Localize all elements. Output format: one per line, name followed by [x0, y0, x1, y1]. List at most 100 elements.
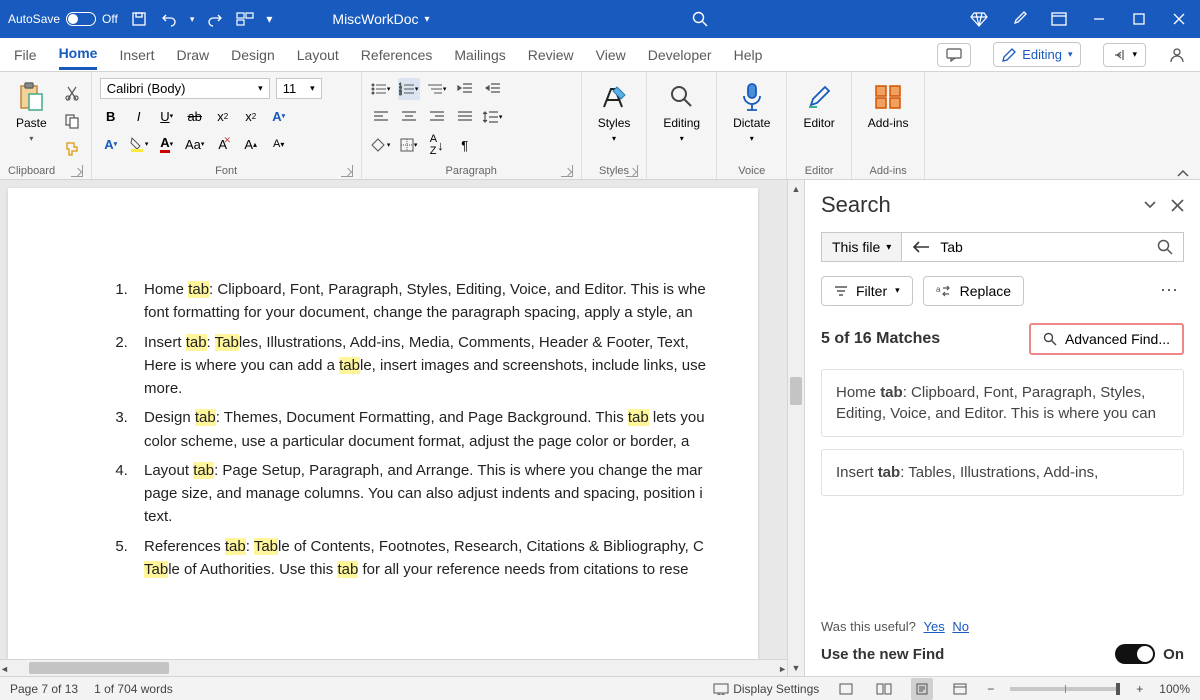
dialog-launcher-icon[interactable] — [341, 165, 353, 177]
feedback-no[interactable]: No — [952, 619, 969, 634]
styles-button[interactable]: Styles▾ — [590, 78, 639, 147]
scroll-up-icon[interactable]: ▲ — [788, 180, 804, 197]
filter-button[interactable]: Filter▾ — [821, 276, 913, 306]
focus-mode-icon[interactable] — [835, 678, 857, 700]
tab-layout[interactable]: Layout — [297, 41, 339, 69]
window-icon[interactable] — [1050, 10, 1068, 28]
redo-icon[interactable] — [206, 10, 224, 28]
dictate-button[interactable]: Dictate▾ — [725, 78, 778, 147]
increase-indent-icon[interactable] — [482, 78, 504, 100]
search-result[interactable]: Home tab: Clipboard, Font, Paragraph, St… — [821, 369, 1184, 437]
align-right-icon[interactable] — [426, 106, 448, 128]
addins-button[interactable]: Add-ins — [860, 78, 917, 134]
decrease-indent-icon[interactable] — [454, 78, 476, 100]
zoom-slider[interactable] — [1010, 687, 1120, 691]
close-icon[interactable] — [1171, 199, 1184, 212]
font-family-select[interactable]: Calibri (Body)▾ — [100, 78, 270, 99]
new-find-toggle[interactable] — [1115, 644, 1155, 664]
italic-icon[interactable]: I — [128, 105, 150, 127]
change-case-icon[interactable]: Aa▾ — [184, 133, 206, 155]
search-result[interactable]: Insert tab: Tables, Illustrations, Add-i… — [821, 449, 1184, 496]
strikethrough-icon[interactable]: ab — [184, 105, 206, 127]
collapse-ribbon-icon[interactable] — [1166, 72, 1200, 179]
justify-icon[interactable] — [454, 106, 476, 128]
display-settings-button[interactable]: Display Settings — [713, 682, 819, 696]
word-count[interactable]: 1 of 704 words — [94, 682, 173, 696]
document-page[interactable]: Home tab: Clipboard, Font, Paragraph, St… — [8, 188, 758, 659]
tab-developer[interactable]: Developer — [648, 41, 712, 69]
bullets-icon[interactable]: ▾ — [370, 78, 392, 100]
replace-button[interactable]: a Replace — [923, 276, 1024, 306]
person-icon[interactable] — [1168, 46, 1186, 64]
line-spacing-icon[interactable]: ▾ — [482, 106, 504, 128]
dialog-launcher-icon[interactable] — [626, 165, 638, 177]
zoom-level[interactable]: 100% — [1159, 682, 1190, 696]
show-marks-icon[interactable]: ¶ — [454, 134, 476, 156]
tab-draw[interactable]: Draw — [176, 41, 209, 69]
more-options-icon[interactable]: ⋯ — [1154, 274, 1184, 307]
scroll-down-icon[interactable]: ▼ — [788, 659, 804, 676]
tab-file[interactable]: File — [14, 41, 37, 69]
scroll-left-icon[interactable]: ◄ — [0, 660, 9, 676]
search-icon[interactable] — [691, 10, 709, 28]
scroll-right-icon[interactable]: ► — [778, 660, 787, 676]
maximize-icon[interactable] — [1130, 10, 1148, 28]
comments-button[interactable] — [937, 43, 971, 67]
autosave-toggle[interactable]: AutoSave Off — [8, 12, 118, 26]
share-button[interactable]: ▾ — [1103, 43, 1146, 67]
brush-icon[interactable] — [1010, 10, 1028, 28]
dialog-launcher-icon[interactable] — [71, 165, 83, 177]
text-effects-icon[interactable]: A▾ — [268, 105, 290, 127]
paste-button[interactable]: Paste ▾ — [8, 78, 55, 147]
dialog-launcher-icon[interactable] — [561, 165, 573, 177]
superscript-icon[interactable]: x2 — [240, 105, 262, 127]
tab-insert[interactable]: Insert — [119, 41, 154, 69]
tab-references[interactable]: References — [361, 41, 433, 69]
subscript-icon[interactable]: x2 — [212, 105, 234, 127]
document-title[interactable]: MiscWorkDoc ▾ — [332, 11, 429, 27]
underline-icon[interactable]: U▾ — [156, 105, 178, 127]
scroll-thumb[interactable] — [790, 377, 802, 405]
diamond-icon[interactable] — [970, 10, 988, 28]
undo-icon[interactable] — [160, 10, 178, 28]
page-indicator[interactable]: Page 7 of 13 — [10, 682, 78, 696]
font-size-select[interactable]: 11▾ — [276, 78, 322, 99]
shading-icon[interactable]: ▾ — [370, 134, 392, 156]
zoom-in-icon[interactable]: + — [1136, 682, 1143, 696]
multilevel-icon[interactable]: ▾ — [426, 78, 448, 100]
advanced-find-button[interactable]: Advanced Find... — [1029, 323, 1184, 355]
minimize-icon[interactable] — [1090, 10, 1108, 28]
editor-button[interactable]: Editor — [795, 78, 842, 134]
tab-design[interactable]: Design — [231, 41, 275, 69]
tab-review[interactable]: Review — [528, 41, 574, 69]
highlight-icon[interactable]: ▾ — [128, 133, 150, 155]
undo-dropdown-icon[interactable]: ▾ — [190, 14, 195, 25]
feedback-yes[interactable]: Yes — [924, 619, 945, 634]
tab-mailings[interactable]: Mailings — [454, 41, 505, 69]
tab-view[interactable]: View — [596, 41, 626, 69]
chevron-down-icon[interactable] — [1143, 199, 1157, 212]
editing-mode-button[interactable]: Editing ▾ — [993, 42, 1081, 67]
bold-icon[interactable]: B — [100, 105, 122, 127]
borders-icon[interactable]: ▾ — [398, 134, 420, 156]
qat-overflow-icon[interactable]: ▾ — [266, 12, 272, 26]
grow-font-icon[interactable]: A▴ — [240, 133, 262, 155]
read-mode-icon[interactable] — [873, 678, 895, 700]
search-input[interactable] — [940, 233, 1147, 261]
font-shadow-icon[interactable]: A▾ — [100, 133, 122, 155]
format-painter-icon[interactable] — [61, 138, 83, 160]
tab-help[interactable]: Help — [734, 41, 763, 69]
shrink-font-icon[interactable]: A▾ — [268, 133, 290, 155]
font-color-icon[interactable]: A▾ — [156, 133, 178, 155]
editing-dropdown[interactable]: Editing▾ — [655, 78, 708, 147]
align-center-icon[interactable] — [398, 106, 420, 128]
zoom-out-icon[interactable]: − — [987, 682, 994, 696]
quick-access-icon[interactable] — [236, 10, 254, 28]
horizontal-scrollbar[interactable]: ◄ ► — [0, 659, 787, 676]
align-left-icon[interactable] — [370, 106, 392, 128]
tab-home[interactable]: Home — [59, 39, 98, 70]
print-layout-icon[interactable] — [911, 678, 933, 700]
copy-icon[interactable] — [61, 110, 83, 132]
scroll-thumb[interactable] — [29, 662, 169, 674]
save-icon[interactable] — [130, 10, 148, 28]
